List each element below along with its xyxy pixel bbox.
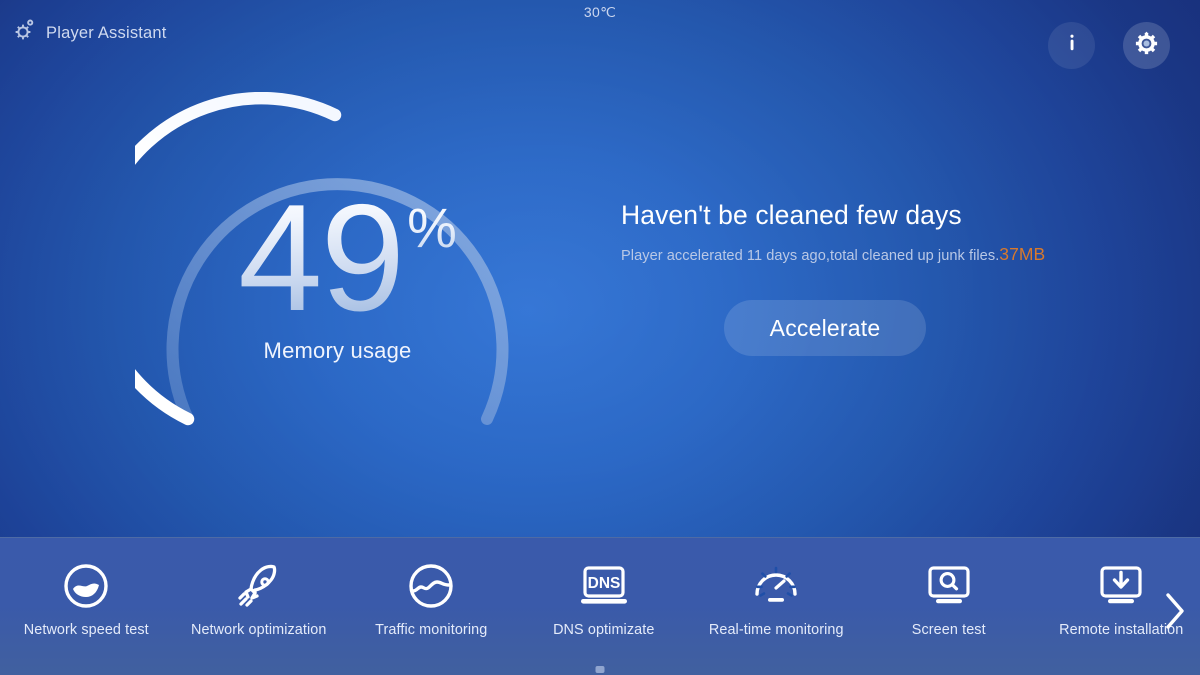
monitor-search-icon	[921, 558, 977, 614]
junk-size-value: 37MB	[999, 244, 1046, 264]
laptop-dns-icon: DNS	[576, 558, 632, 614]
dock-item-network-speed-test[interactable]: Network speed test	[0, 538, 173, 675]
info-button[interactable]	[1048, 22, 1095, 69]
dock-item-label: DNS optimizate	[553, 622, 655, 638]
dock-item-label: Traffic monitoring	[375, 622, 488, 638]
dock-item-label: Network optimization	[190, 622, 327, 638]
dock-next-button[interactable]	[1158, 590, 1192, 636]
dock-item-label: Screen test	[911, 622, 986, 638]
svg-text:DNS: DNS	[587, 575, 620, 592]
app-title: Player Assistant	[46, 23, 167, 42]
speedometer-icon	[749, 558, 803, 614]
top-bar: Player Assistant 30℃	[0, 0, 1200, 72]
gauge-value: 49	[238, 172, 405, 343]
accelerate-button[interactable]: Accelerate	[724, 300, 926, 356]
app-brand: Player Assistant	[12, 18, 167, 48]
speed-gauge-circle-icon	[60, 558, 112, 614]
gauge-center-readout: 49 % Memory usage	[135, 92, 540, 432]
status-subtitle: Player accelerated 11 days ago,total cle…	[621, 244, 1161, 265]
dock-item-label: Real-time monitoring	[708, 622, 844, 638]
home-indicator	[595, 666, 605, 673]
gauge-unit: %	[407, 195, 457, 259]
gear-icon	[1133, 30, 1160, 62]
bottom-dock: Network speed test Network optimization	[0, 537, 1200, 675]
settings-button[interactable]	[1123, 22, 1170, 69]
gear-icon	[12, 18, 37, 48]
dock-item-dns-optimizate[interactable]: DNS DNS optimizate	[518, 538, 691, 675]
dock-item-strip: Network speed test Network optimization	[0, 538, 1200, 675]
chevron-right-icon	[1162, 590, 1188, 637]
dock-item-real-time-monitoring[interactable]: Real-time monitoring	[690, 538, 863, 675]
monitor-download-icon	[1093, 558, 1149, 614]
status-panel: Haven't be cleaned few days Player accel…	[621, 200, 1161, 356]
temperature-readout: 30℃	[583, 4, 617, 20]
gauge-value-row: 49 %	[238, 172, 457, 343]
status-subtitle-text: Player accelerated 11 days ago,total cle…	[621, 248, 1000, 264]
dock-item-label: Network speed test	[23, 622, 149, 638]
wave-circle-icon	[405, 558, 457, 614]
status-title: Haven't be cleaned few days	[621, 200, 962, 230]
rocket-icon	[233, 558, 285, 614]
memory-usage-gauge: 49 % Memory usage	[135, 92, 540, 432]
dock-item-traffic-monitoring[interactable]: Traffic monitoring	[345, 538, 518, 675]
info-icon	[1061, 32, 1083, 59]
gauge-label: Memory usage	[263, 338, 412, 364]
dock-item-screen-test[interactable]: Screen test	[863, 538, 1036, 675]
dock-item-network-optimization[interactable]: Network optimization	[173, 538, 346, 675]
